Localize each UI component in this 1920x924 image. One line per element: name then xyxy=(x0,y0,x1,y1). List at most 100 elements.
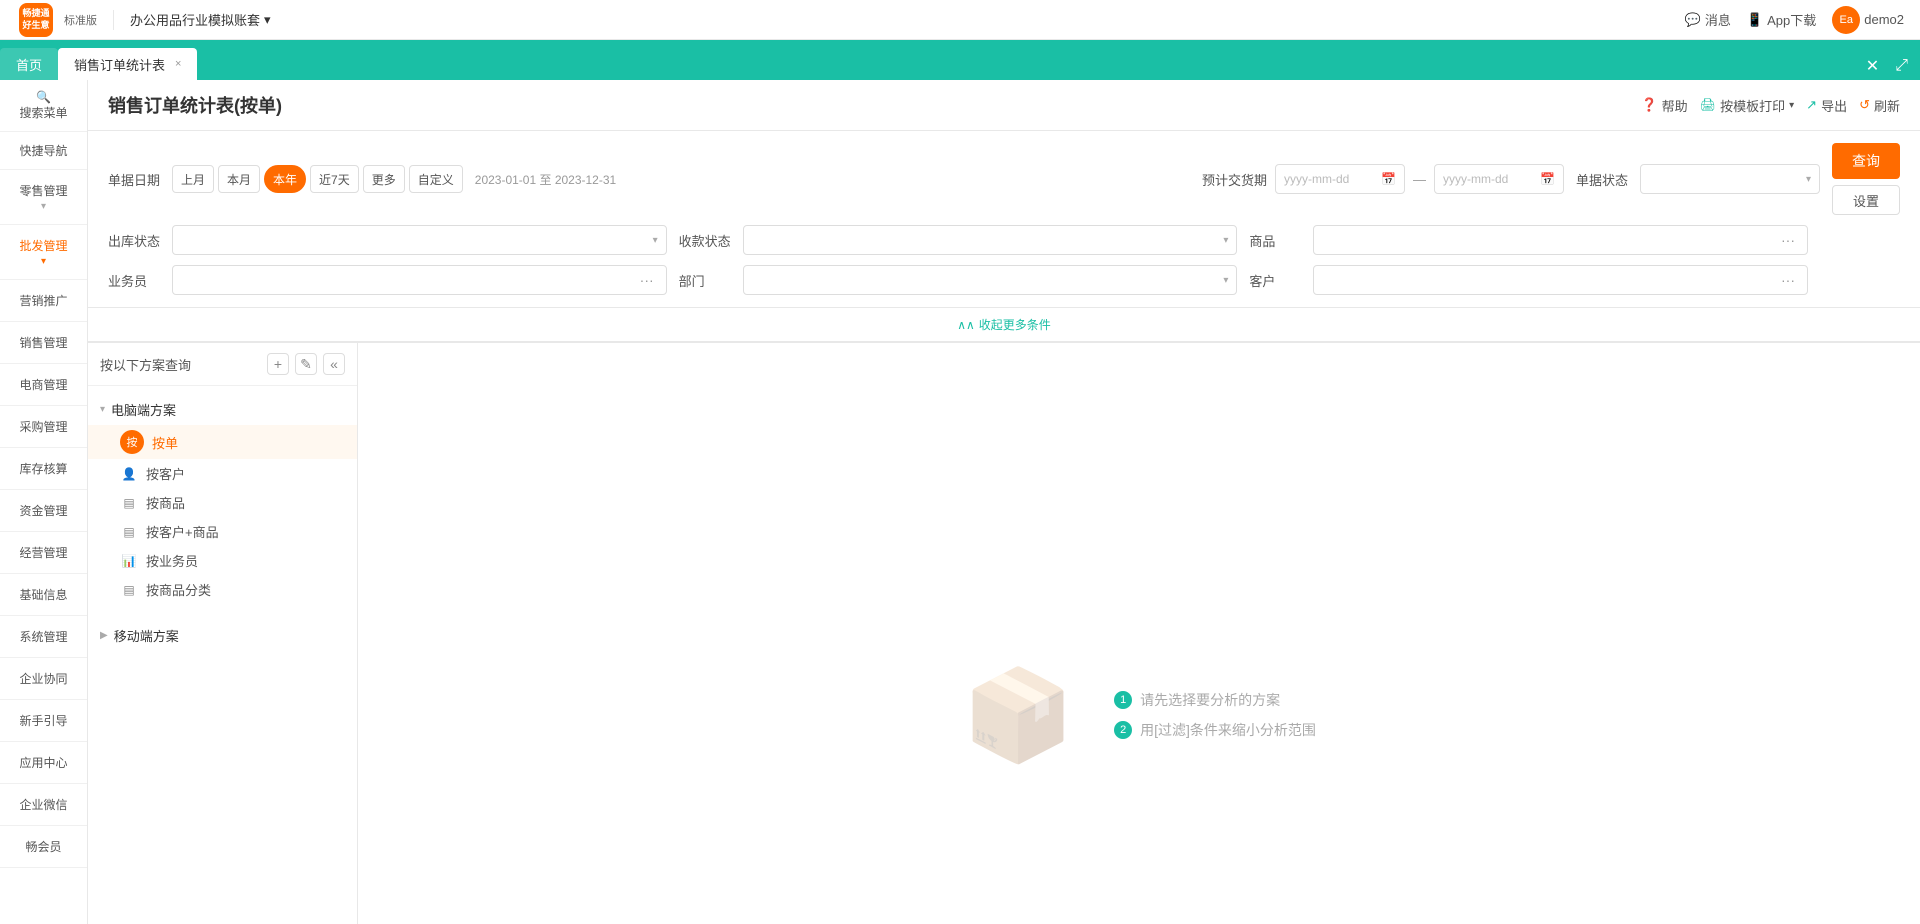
tree-section-desktop: ▾ 电脑端方案 按 按单 👤 按客户 ▤ xyxy=(88,386,357,612)
app-title-arrow: ▾ xyxy=(264,12,271,28)
sidebar-item-basic[interactable]: 基础信息 xyxy=(0,574,87,616)
expected-date-to[interactable]: yyyy-mm-dd 📅 xyxy=(1434,164,1564,194)
tree-item-by-category[interactable]: ▤ 按商品分类 xyxy=(88,575,357,604)
empty-tip-2: 2 用[过滤]条件来缩小分析范围 xyxy=(1114,720,1316,740)
split-layout: 按以下方案查询 + ✎ « ▾ 电脑端方案 按 按单 xyxy=(88,343,1920,924)
sidebar-item-apps[interactable]: 应用中心 xyxy=(0,742,87,784)
tree-item-by-order[interactable]: 按 按单 xyxy=(88,425,357,459)
ship-status-label: 出库状态 xyxy=(108,231,164,250)
tree-item-by-salesman[interactable]: 📊 按业务员 xyxy=(88,546,357,575)
goods-select[interactable]: ··· xyxy=(1313,225,1808,255)
settings-button[interactable]: 设置 xyxy=(1832,185,1900,215)
dept-select[interactable]: ▾ xyxy=(743,265,1238,295)
edit-scheme-btn[interactable]: ✎ xyxy=(295,353,317,375)
tab-close-icon[interactable]: × xyxy=(175,58,181,70)
topbar: 畅捷通好生意 标准版 办公用品行业模拟账套 ▾ 💬 消息 📱 App下载 Ea … xyxy=(0,0,1920,40)
status-chevron-icon: ▾ xyxy=(1806,174,1811,185)
tree-parent-mobile[interactable]: ▶ 移动端方案 xyxy=(88,620,357,651)
this-month-btn[interactable]: 本月 xyxy=(218,165,260,193)
message-btn[interactable]: 💬 消息 xyxy=(1685,10,1731,29)
export-btn[interactable]: ↗ 导出 xyxy=(1806,96,1847,115)
avatar: Ea xyxy=(1832,6,1860,34)
sidebar-item-marketing[interactable]: 营销推广 xyxy=(0,280,87,322)
this-year-btn[interactable]: 本年 xyxy=(264,165,306,193)
sidebar-item-member[interactable]: 畅会员 xyxy=(0,826,87,868)
fullscreen-btn[interactable]: ⤢ xyxy=(1891,53,1912,79)
order-status-select[interactable]: ▾ xyxy=(1640,164,1820,194)
close-window-btn[interactable]: ✕ xyxy=(1862,52,1883,80)
page-header: 销售订单统计表(按单) ❓ 帮助 🖨 按模板打印 ▾ ↗ 导出 ↺ 刷新 xyxy=(88,80,1920,131)
main-layout: 🔍 搜索菜单 快捷导航 零售管理 ▾ 批发管理 ▾ 营销推广 销售管理 电商管理… xyxy=(0,80,1920,924)
tree-parent-desktop[interactable]: ▾ 电脑端方案 xyxy=(88,394,357,425)
add-scheme-btn[interactable]: + xyxy=(267,353,289,375)
last-month-btn[interactable]: 上月 xyxy=(172,165,214,193)
app-download-btn[interactable]: 📱 App下载 xyxy=(1747,10,1816,29)
sidebar-item-system[interactable]: 系统管理 xyxy=(0,616,87,658)
more-date-btn[interactable]: 更多 xyxy=(363,165,405,193)
salesman-group: 业务员 ··· xyxy=(108,265,667,295)
payment-status-select[interactable]: ▾ xyxy=(743,225,1238,255)
refresh-btn[interactable]: ↺ 刷新 xyxy=(1859,96,1900,115)
date-label: 单据日期 xyxy=(108,170,164,189)
ship-status-group: 出库状态 ▾ xyxy=(108,225,667,255)
message-icon: 💬 xyxy=(1685,12,1701,28)
customer-more-icon[interactable]: ··· xyxy=(1777,272,1799,288)
empty-illustration: 📦 xyxy=(962,663,1074,768)
customer-label: 客户 xyxy=(1249,271,1305,290)
topbar-left: 畅捷通好生意 标准版 办公用品行业模拟账套 ▾ xyxy=(16,0,271,40)
sidebar-quick-nav[interactable]: 快捷导航 xyxy=(0,132,87,170)
tab-sales-order-stats[interactable]: 销售订单统计表 × xyxy=(58,48,197,80)
custom-date-btn[interactable]: 自定义 xyxy=(409,165,463,193)
print-icon: 🖨 xyxy=(1700,97,1717,113)
tab-home[interactable]: 首页 xyxy=(0,48,58,80)
by-category-icon: ▤ xyxy=(120,581,138,599)
sidebar-search[interactable]: 🔍 搜索菜单 xyxy=(0,80,87,132)
tree-item-by-customer-goods[interactable]: ▤ 按客户+商品 xyxy=(88,517,357,546)
tabbar: 首页 销售订单统计表 × ✕ ⤢ xyxy=(0,40,1920,80)
expected-date-from[interactable]: yyyy-mm-dd 📅 xyxy=(1275,164,1405,194)
customer-select[interactable]: ··· xyxy=(1313,265,1808,295)
refresh-icon: ↺ xyxy=(1859,97,1870,113)
sidebar-item-ecommerce[interactable]: 电商管理 xyxy=(0,364,87,406)
goods-more-icon[interactable]: ··· xyxy=(1777,232,1799,248)
salesman-label: 业务员 xyxy=(108,271,164,290)
sidebar-item-operations[interactable]: 经营管理 xyxy=(0,532,87,574)
left-panel-title: 按以下方案查询 xyxy=(100,355,191,374)
salesman-select[interactable]: ··· xyxy=(172,265,667,295)
salesman-more-icon[interactable]: ··· xyxy=(636,272,658,288)
user-menu-btn[interactable]: Ea demo2 xyxy=(1832,6,1904,34)
filter-row-1: 单据日期 上月 本月 本年 近7天 更多 自定义 2023-01-01 至 20… xyxy=(88,131,1920,215)
print-btn[interactable]: 🖨 按模板打印 ▾ xyxy=(1700,96,1795,115)
collapse-panel-btn[interactable]: « xyxy=(323,353,345,375)
sidebar-item-wholesale[interactable]: 批发管理 ▾ xyxy=(0,225,87,280)
page-actions: ❓ 帮助 🖨 按模板打印 ▾ ↗ 导出 ↺ 刷新 xyxy=(1641,96,1900,115)
mobile-icon: 📱 xyxy=(1747,12,1763,28)
sidebar-item-retail[interactable]: 零售管理 ▾ xyxy=(0,170,87,225)
logo-icon: 畅捷通好生意 xyxy=(19,3,53,37)
sidebar-item-enterprise[interactable]: 企业协同 xyxy=(0,658,87,700)
sidebar-item-inventory[interactable]: 库存核算 xyxy=(0,448,87,490)
sidebar-item-purchase[interactable]: 采购管理 xyxy=(0,406,87,448)
payment-chevron-icon: ▾ xyxy=(1223,235,1228,246)
empty-state: 📦 1 请先选择要分析的方案 2 用[过滤]条件来缩小分析范围 xyxy=(358,343,1920,924)
content-area: 销售订单统计表(按单) ❓ 帮助 🖨 按模板打印 ▾ ↗ 导出 ↺ 刷新 xyxy=(88,80,1920,924)
tree-collapse-arrow: ▶ xyxy=(100,630,108,641)
query-button[interactable]: 查询 xyxy=(1832,143,1900,179)
tree-item-by-goods[interactable]: ▤ 按商品 xyxy=(88,488,357,517)
collapse-btn[interactable]: ∧∧ 收起更多条件 xyxy=(957,316,1051,333)
order-status-group: 单据状态 ▾ xyxy=(1576,164,1820,194)
sidebar-item-finance[interactable]: 资金管理 xyxy=(0,490,87,532)
sidebar-item-wechat[interactable]: 企业微信 xyxy=(0,784,87,826)
last-7-days-btn[interactable]: 近7天 xyxy=(310,165,359,193)
goods-label: 商品 xyxy=(1249,231,1305,250)
app-title[interactable]: 办公用品行业模拟账套 ▾ xyxy=(130,10,271,29)
sidebar-item-guide[interactable]: 新手引导 xyxy=(0,700,87,742)
tip-number-1: 1 xyxy=(1114,691,1132,709)
sidebar-item-sales[interactable]: 销售管理 xyxy=(0,322,87,364)
collapse-icon: ∧∧ xyxy=(957,318,975,332)
tree-item-by-customer[interactable]: 👤 按客户 xyxy=(88,459,357,488)
payment-status-group: 收款状态 ▾ xyxy=(679,225,1238,255)
ship-status-select[interactable]: ▾ xyxy=(172,225,667,255)
empty-tips: 1 请先选择要分析的方案 2 用[过滤]条件来缩小分析范围 xyxy=(1114,690,1316,740)
help-btn[interactable]: ❓ 帮助 xyxy=(1641,96,1687,115)
